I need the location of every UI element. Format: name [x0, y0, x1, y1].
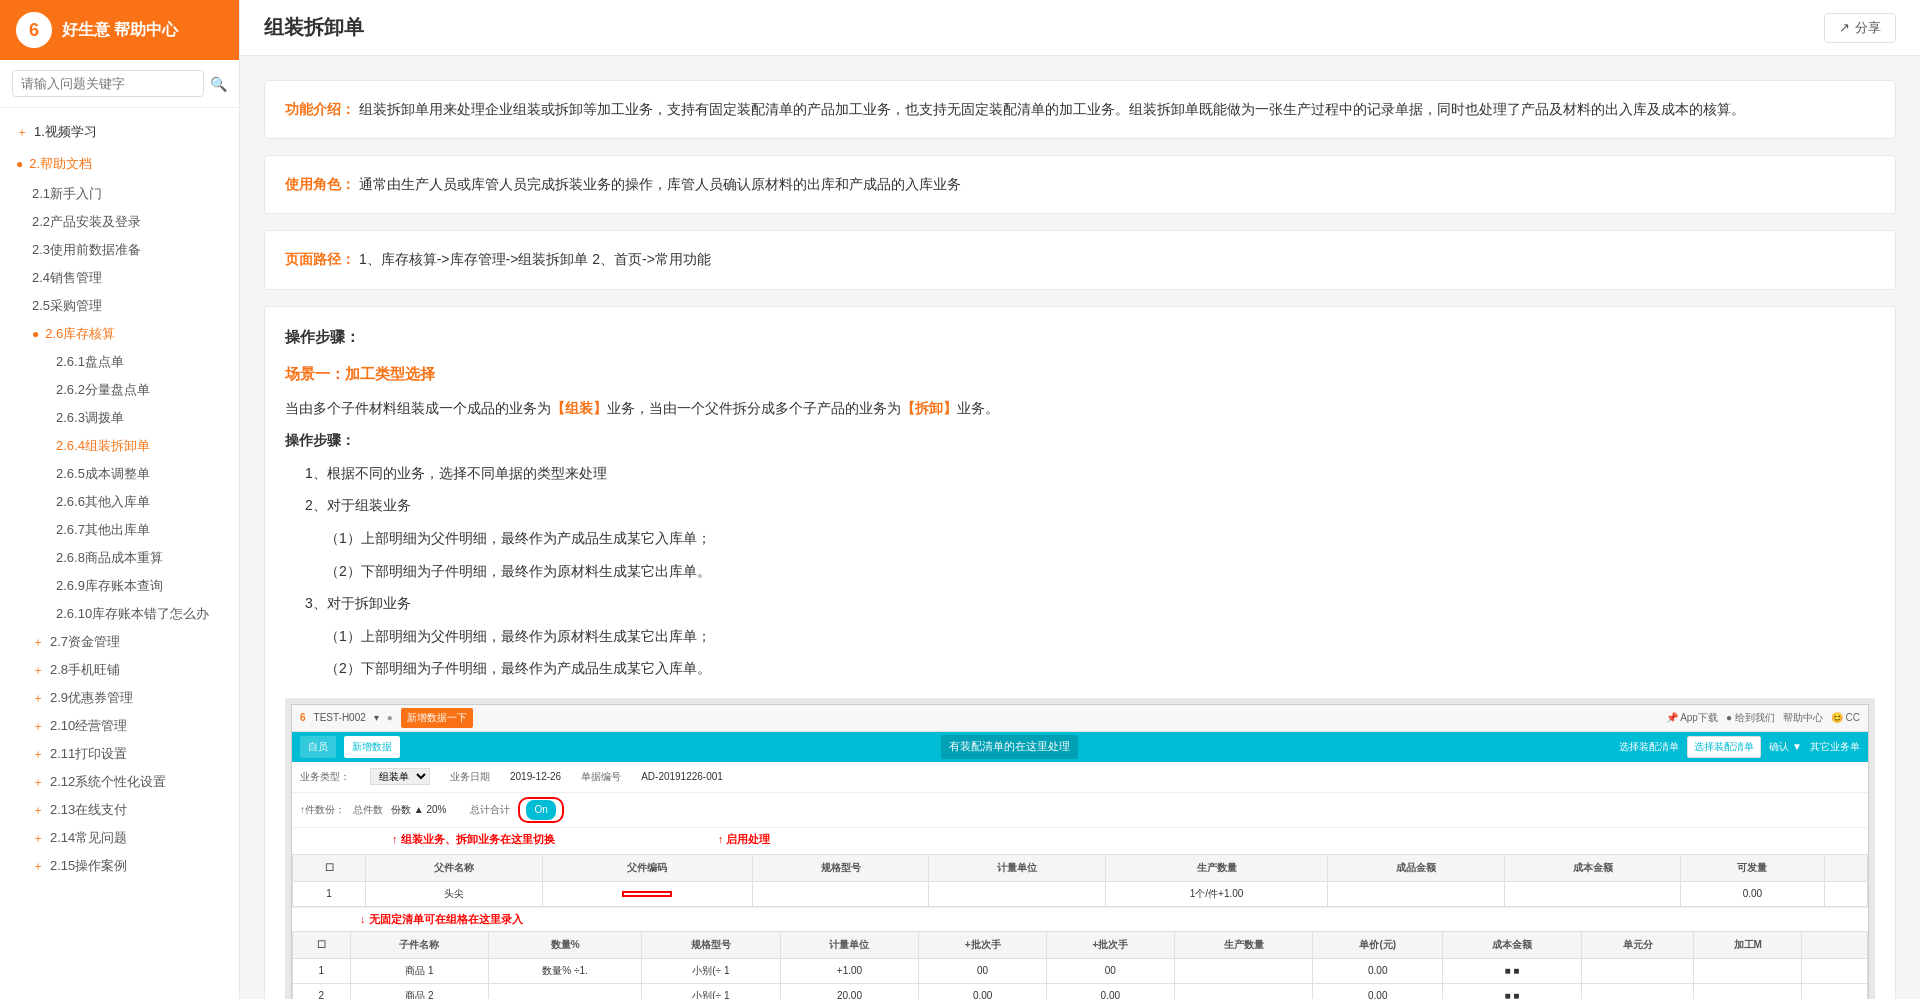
- sidebar-item-2-6-3[interactable]: 2.6.3调拨单: [48, 404, 239, 432]
- ops-steps-title: 操作步骤：: [285, 427, 1875, 454]
- sidebar-item-2-10[interactable]: ＋ 2.10经营管理: [24, 712, 239, 740]
- mock-tab-自员[interactable]: 自员: [300, 736, 336, 758]
- nav-tree: ＋ 1.视频学习 ● 2.帮助文档 2.1新手入门 2.2产品安装及登录 2.3…: [0, 108, 239, 999]
- plus-icon-2-15: ＋: [32, 858, 44, 875]
- sidebar-item-2-6[interactable]: ● 2.6库存核算: [24, 320, 239, 348]
- sidebar-item-2-6-1[interactable]: 2.6.1盘点单: [48, 348, 239, 376]
- scene-title: 场景一：加工类型选择: [285, 360, 1875, 387]
- ops-title: 操作步骤：: [285, 323, 1875, 350]
- sidebar-item-2-6-10[interactable]: 2.6.10库存账本错了怎么办: [48, 600, 239, 628]
- search-box: 🔍: [0, 60, 239, 108]
- plus-icon-2-12: ＋: [32, 774, 44, 791]
- sidebar-item-2-6-9[interactable]: 2.6.9库存账本查询: [48, 572, 239, 600]
- step3: 3、对于拆卸业务: [285, 590, 1875, 617]
- annotation-switch: ↑ 组装业务、拆卸业务在这里切换 ↑ 启用处理: [292, 828, 1868, 854]
- role-block: 使用角色： 通常由生产人员或库管人员完成拆装业务的操作，库管人员确认原材料的出库…: [264, 155, 1896, 214]
- scene-desc: 当由多个子件材料组装成一个成品的业务为【组装】业务，当由一个父件拆分成多个子产品…: [285, 395, 1875, 422]
- sidebar-item-2-6-6[interactable]: 2.6.6其他入库单: [48, 488, 239, 516]
- nav-sub-2-6: 2.6.1盘点单 2.6.2分量盘点单 2.6.3调拨单 2.6.4组装拆卸单 …: [24, 348, 239, 628]
- sidebar-item-2-14[interactable]: ＋ 2.14常见问题: [24, 824, 239, 852]
- step1: 1、根据不同的业务，选择不同单据的类型来处理: [285, 460, 1875, 487]
- mock-header-bar: 6 TEST-H002 ▾ ● 新增数据一下 📌 App下载 ● 给到我们 帮助…: [292, 705, 1868, 732]
- sidebar-item-2-8[interactable]: ＋ 2.8手机旺铺: [24, 656, 239, 684]
- path-block: 页面路径： 1、库存核算->库存管理->组装拆卸单 2、首页->常用功能: [264, 230, 1896, 289]
- mock-table-input[interactable]: [622, 891, 672, 897]
- share-button[interactable]: ↗ 分享: [1824, 13, 1896, 43]
- share-icon: ↗: [1839, 20, 1850, 35]
- role-label: 使用角色：: [285, 176, 355, 192]
- content-area: 功能介绍： 组装拆卸单用来处理企业组装或拆卸等加工业务，支持有固定装配清单的产品…: [240, 56, 1920, 999]
- sidebar-item-2[interactable]: ● 2.帮助文档: [0, 148, 239, 180]
- path-label: 页面路径：: [285, 251, 355, 267]
- step3-1: （1）上部明细为父件明细，最终作为原材料生成某它出库单；: [285, 623, 1875, 650]
- mock-lower-table: ☐ 子件名称 数量% 规格型号 计量单位 +批次手 +批次手 生产数量 单价(元…: [292, 931, 1868, 999]
- sidebar: 6 好生意 帮助中心 🔍 ＋ 1.视频学习 ● 2.帮助文档 2.1新手入门 2…: [0, 0, 240, 999]
- plus-icon-2-9: ＋: [32, 690, 44, 707]
- plus-icon-2-8: ＋: [32, 662, 44, 679]
- func-intro-text: 组装拆卸单用来处理企业组装或拆卸等加工业务，支持有固定装配清单的产品加工业务，也…: [359, 101, 1745, 117]
- step2-2: （2）下部明细为子件明细，最终作为原材料生成某它出库单。: [285, 558, 1875, 585]
- role-text: 通常由生产人员或库管人员完成拆装业务的操作，库管人员确认原材料的出库和产成品的入…: [359, 176, 961, 192]
- sidebar-header: 6 好生意 帮助中心: [0, 0, 239, 60]
- func-intro-block: 功能介绍： 组装拆卸单用来处理企业组装或拆卸等加工业务，支持有固定装配清单的产品…: [264, 80, 1896, 139]
- sidebar-item-2-3[interactable]: 2.3使用前数据准备: [24, 236, 239, 264]
- ops-block: 操作步骤： 场景一：加工类型选择 当由多个子件材料组装成一个成品的业务为【组装】…: [264, 306, 1896, 999]
- app-title: 好生意 帮助中心: [62, 20, 178, 41]
- sidebar-item-2-4[interactable]: 2.4销售管理: [24, 264, 239, 292]
- sidebar-item-1[interactable]: ＋ 1.视频学习: [0, 116, 239, 148]
- sidebar-item-2-1[interactable]: 2.1新手入门: [24, 180, 239, 208]
- logo: 6: [16, 12, 52, 48]
- plus-icon-2-7: ＋: [32, 634, 44, 651]
- sidebar-item-2-label: 2.帮助文档: [29, 155, 92, 173]
- plus-icon: ＋: [16, 124, 28, 141]
- sidebar-item-2-6-4[interactable]: 2.6.4组装拆卸单: [48, 432, 239, 460]
- mock-toggle[interactable]: On: [518, 797, 563, 823]
- mock-header-id: TEST-H002: [314, 709, 366, 727]
- annotation-bottom-table: ↓ 无固定清单可在组格在这里录入: [292, 907, 1868, 932]
- plus-icon-2-14: ＋: [32, 830, 44, 847]
- sidebar-item-2-13[interactable]: ＋ 2.13在线支付: [24, 796, 239, 824]
- sidebar-item-2-6-8[interactable]: 2.6.8商品成本重算: [48, 544, 239, 572]
- mock-type-select[interactable]: 组装单 拆卸单: [370, 768, 430, 785]
- func-intro-label: 功能介绍：: [285, 101, 355, 117]
- sidebar-item-1-label: 1.视频学习: [34, 123, 97, 141]
- mock-upper-table: ☐ 父件名称 父件编码 规格型号 计量单位 生产数量 成品金额 成本金额 可发量: [292, 854, 1868, 907]
- path-text: 1、库存核算->库存管理->组装拆卸单 2、首页->常用功能: [359, 251, 711, 267]
- sidebar-item-2-6-7[interactable]: 2.6.7其他出库单: [48, 516, 239, 544]
- sidebar-item-2-6-2[interactable]: 2.6.2分量盘点单: [48, 376, 239, 404]
- sidebar-item-2-11[interactable]: ＋ 2.11打印设置: [24, 740, 239, 768]
- nav-sub-2: 2.1新手入门 2.2产品安装及登录 2.3使用前数据准备 2.4销售管理 2.…: [0, 180, 239, 880]
- sidebar-item-2-6-5[interactable]: 2.6.5成本调整单: [48, 460, 239, 488]
- mock-order-value: AD-20191226-001: [641, 768, 723, 786]
- search-icon[interactable]: 🔍: [210, 76, 227, 92]
- top-bar: 组装拆卸单 ↗ 分享: [240, 0, 1920, 56]
- sidebar-item-2-9[interactable]: ＋ 2.9优惠券管理: [24, 684, 239, 712]
- step3-2: （2）下部明细为子件明细，最终作为产成品生成某它入库单。: [285, 655, 1875, 682]
- step2: 2、对于组装业务: [285, 492, 1875, 519]
- plus-icon-2-10: ＋: [32, 718, 44, 735]
- main: 组装拆卸单 ↗ 分享 功能介绍： 组装拆卸单用来处理企业组装或拆卸等加工业务，支…: [240, 0, 1920, 999]
- page-title: 组装拆卸单: [264, 14, 364, 41]
- screenshot-inner: 6 TEST-H002 ▾ ● 新增数据一下 📌 App下载 ● 给到我们 帮助…: [291, 704, 1869, 999]
- minus-icon: ●: [16, 157, 23, 171]
- sidebar-item-2-12[interactable]: ＋ 2.12系统个性化设置: [24, 768, 239, 796]
- plus-icon-2-13: ＋: [32, 802, 44, 819]
- mock-new-btn[interactable]: 新增数据一下: [401, 708, 473, 728]
- sidebar-item-2-2[interactable]: 2.2产品安装及登录: [24, 208, 239, 236]
- sidebar-item-2-15[interactable]: ＋ 2.15操作案例: [24, 852, 239, 880]
- mock-teal-header: 自员 新增数据 有装配清单的在这里处理 选择装配清单 选择装配清单 确认 ▼ 其…: [292, 732, 1868, 762]
- screenshot-container: 6 TEST-H002 ▾ ● 新增数据一下 📌 App下载 ● 给到我们 帮助…: [285, 698, 1875, 999]
- plus-icon-2-11: ＋: [32, 746, 44, 763]
- minus-icon-2: ●: [32, 327, 39, 341]
- step2-1: （1）上部明细为父件明细，最终作为产成品生成某它入库单；: [285, 525, 1875, 552]
- mock-date-value: 2019-12-26: [510, 768, 561, 786]
- search-input[interactable]: [12, 70, 204, 97]
- sidebar-item-2-7[interactable]: ＋ 2.7资金管理: [24, 628, 239, 656]
- sidebar-item-2-5[interactable]: 2.5采购管理: [24, 292, 239, 320]
- mock-tab-新增[interactable]: 新增数据: [344, 736, 400, 758]
